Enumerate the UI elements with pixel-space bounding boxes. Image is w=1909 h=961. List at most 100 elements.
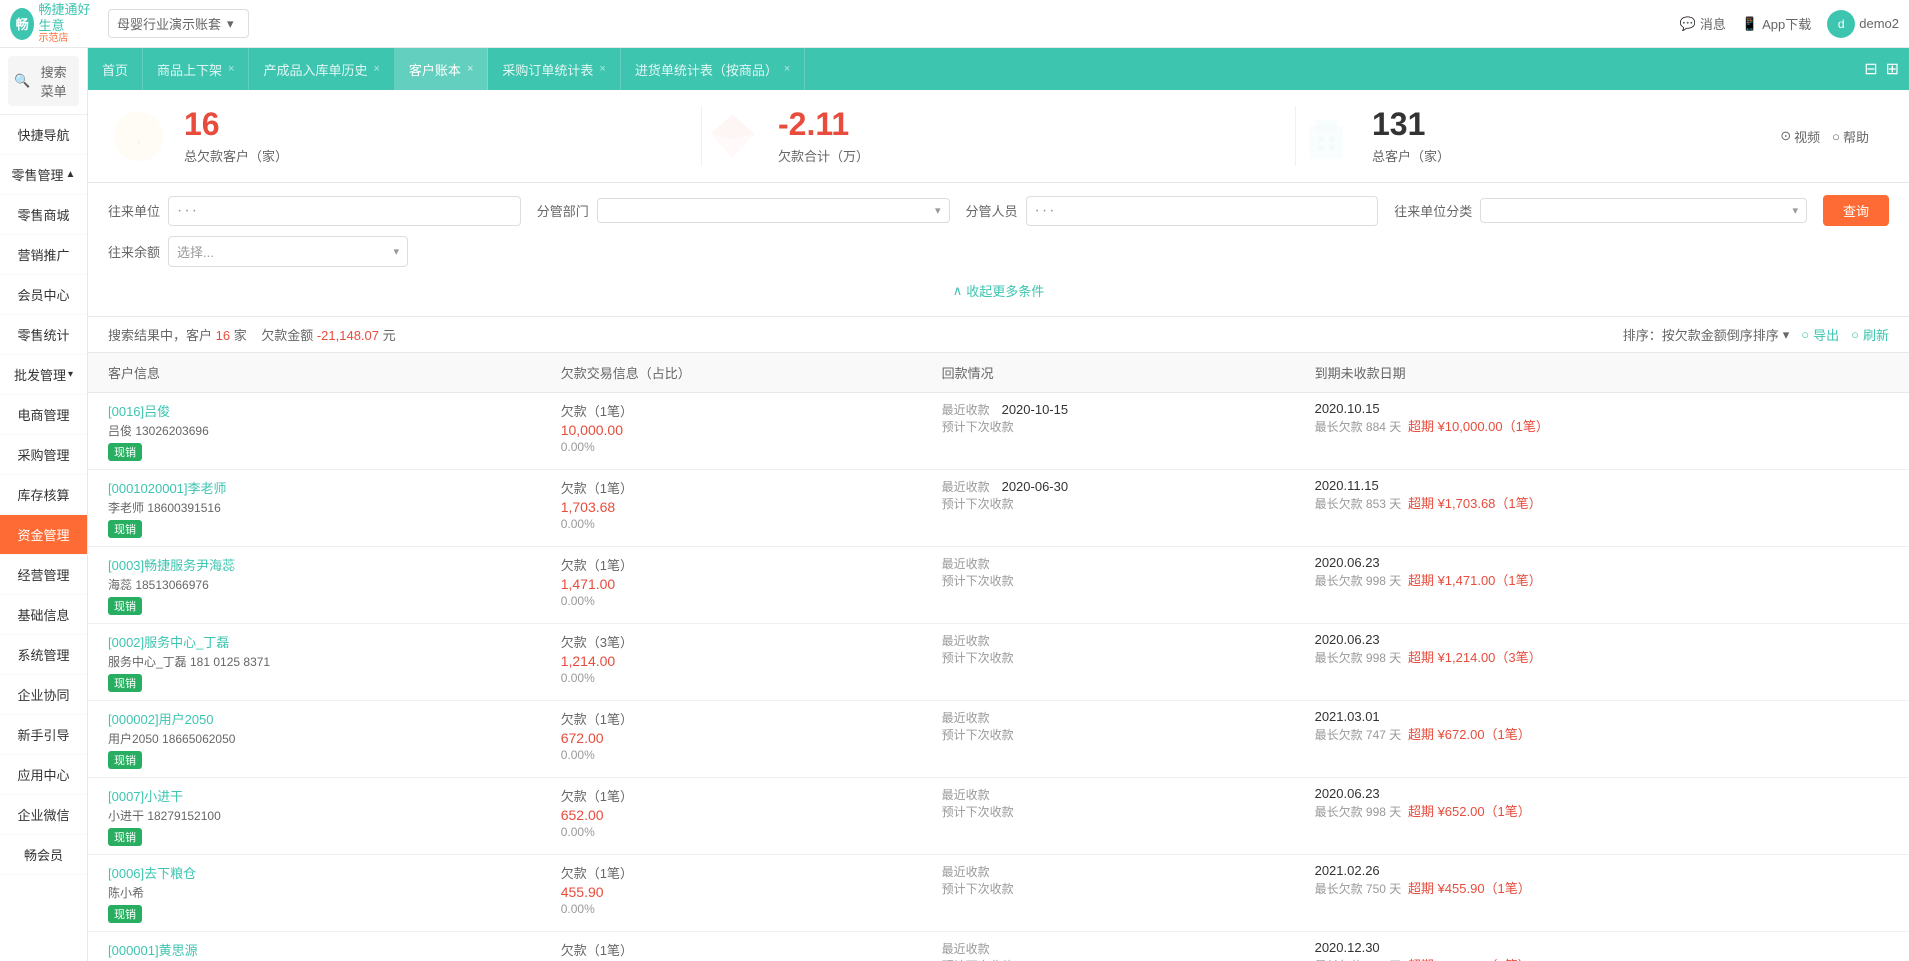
sidebar-item-app-center[interactable]: 应用中心	[0, 755, 87, 795]
collapse-button[interactable]: ∧ 收起更多条件	[108, 277, 1889, 304]
stat-icon-money: ¥	[108, 106, 168, 166]
tab-home[interactable]: 首页	[88, 48, 143, 90]
sidebar-item-wholesale-mgmt[interactable]: 批发管理 ▾	[0, 355, 87, 395]
export-button[interactable]: ○ 导出	[1801, 325, 1839, 344]
overdue-days-4: 最长欠款 747 天 超期 ¥672.00（1笔）	[1315, 724, 1889, 743]
tab-warehouse-history[interactable]: 产成品入库单历史 ×	[249, 48, 394, 90]
search-button[interactable]: 查询	[1823, 195, 1889, 226]
debt-amount-3[interactable]: 1,214.00	[561, 653, 902, 669]
table-row: [0003]畅捷服务尹海蕊 海蕊 18513066976 现销 欠款（1笔） 1…	[88, 547, 1909, 624]
cell-due-date-6: 2021.02.26 最长欠款 750 天 超期 ¥455.90（1笔）	[1295, 855, 1909, 932]
recovery-label-3: 最近收款	[942, 632, 990, 649]
sidebar-item-guide[interactable]: 新手引导	[0, 715, 87, 755]
cell-customer-2: [0003]畅捷服务尹海蕊 海蕊 18513066976 现销	[88, 547, 541, 624]
sidebar-item-marketing[interactable]: 营销推广	[0, 235, 87, 275]
sidebar-item-enterprise-wechat[interactable]: 企业微信	[0, 795, 87, 835]
customer-code-0[interactable]: [0016]吕俊	[108, 401, 521, 420]
tab-close-icon[interactable]: ×	[467, 63, 473, 75]
sidebar-item-member-center[interactable]: 会员中心	[0, 275, 87, 315]
expand-icon[interactable]: ⊞	[1886, 59, 1899, 79]
user-profile[interactable]: d demo2	[1827, 10, 1899, 38]
cell-due-date-1: 2020.11.15 最长欠款 853 天 超期 ¥1,703.68（1笔）	[1295, 470, 1909, 547]
debt-count-7: 欠款（1笔）	[561, 940, 902, 959]
sidebar-item-ecommerce[interactable]: 电商管理	[0, 395, 87, 435]
tab-purchase-product-stats[interactable]: 进货单统计表（按商品） ×	[621, 48, 805, 90]
sidebar-item-retail-mgmt[interactable]: 零售管理 ▲	[0, 155, 87, 195]
customer-code-3[interactable]: [0002]服务中心_丁磊	[108, 632, 521, 651]
customer-code-1[interactable]: [0001020001]李老师	[108, 478, 521, 497]
unit-category-select[interactable]: ▾	[1480, 198, 1807, 223]
recovery-label-5: 最近收款	[942, 786, 990, 803]
tab-customer-account[interactable]: 客户账本 ×	[395, 48, 488, 90]
overdue-amount-1[interactable]: 超期 ¥1,703.68（1笔）	[1408, 496, 1542, 511]
person-input[interactable]: ···	[1026, 196, 1379, 226]
search-menu-button[interactable]: 🔍 搜索菜单	[8, 56, 79, 106]
customer-code-6[interactable]: [0006]去下粮仓	[108, 863, 521, 882]
debt-count-2: 欠款（1笔）	[561, 555, 902, 574]
company-select[interactable]: 母婴行业演示账套 ▾	[108, 9, 249, 38]
filter-source-unit: 往来单位 ···	[108, 196, 521, 226]
debt-amount-2[interactable]: 1,471.00	[561, 576, 902, 592]
customer-code-7[interactable]: [000001]黄思源	[108, 940, 521, 959]
debt-amount-5[interactable]: 652.00	[561, 807, 902, 823]
overdue-amount-5[interactable]: 超期 ¥652.00（1笔）	[1408, 804, 1531, 819]
sidebar-item-retail-mall[interactable]: 零售商城	[0, 195, 87, 235]
overdue-amount-2[interactable]: 超期 ¥1,471.00（1笔）	[1408, 573, 1542, 588]
debt-amount-6[interactable]: 455.90	[561, 884, 902, 900]
sidebar-item-purchase[interactable]: 采购管理	[0, 435, 87, 475]
chevron-down-icon: ▾	[1792, 204, 1798, 217]
debt-amount-4[interactable]: 672.00	[561, 730, 902, 746]
stat-card-debt-customers: ¥ 16 总欠款客户（家）	[108, 106, 702, 166]
stat-label-debt-total: 欠款合计（万）	[778, 146, 869, 165]
sidebar-item-inventory[interactable]: 库存核算	[0, 475, 87, 515]
tab-product-listing[interactable]: 商品上下架 ×	[143, 48, 249, 90]
debt-count-0: 欠款（1笔）	[561, 401, 902, 420]
app-container: 畅 畅捷通好生意 示范店 母婴行业演示账套 ▾ 💬 消息 📱 App下载 d d…	[0, 0, 1909, 961]
debt-amount-1[interactable]: 1,703.68	[561, 499, 902, 515]
balance-select[interactable]: 选择... ▾	[168, 236, 408, 267]
sort-select[interactable]: 排序：按欠款金额倒序排序 ▾	[1623, 325, 1790, 344]
tab-close-icon[interactable]: ×	[599, 63, 605, 75]
customer-code-5[interactable]: [0007]小进干	[108, 786, 521, 805]
cell-recovery-7: 最近收款 预计下次收款	[922, 932, 1295, 961]
app-download-button[interactable]: 📱 App下载	[1742, 14, 1811, 33]
tab-close-icon[interactable]: ×	[373, 63, 379, 75]
collapse-icon[interactable]: ⊟	[1864, 59, 1877, 79]
source-unit-input[interactable]: ···	[168, 196, 521, 226]
stat-value-debt-customers: 16	[184, 107, 288, 142]
sidebar-item-finance[interactable]: 资金管理	[0, 515, 87, 555]
tab-purchase-stats[interactable]: 采购订单统计表 ×	[488, 48, 620, 90]
overdue-amount-0[interactable]: 超期 ¥10,000.00（1笔）	[1408, 419, 1549, 434]
tab-close-icon[interactable]: ×	[784, 63, 790, 75]
sidebar-item-system[interactable]: 系统管理	[0, 635, 87, 675]
customer-tag-4: 现销	[108, 751, 142, 769]
sidebar-item-quick-nav[interactable]: 快捷导航	[0, 115, 87, 155]
overdue-amount-3[interactable]: 超期 ¥1,214.00（3笔）	[1408, 650, 1542, 665]
debt-percent-5: 0.00%	[561, 825, 902, 839]
sidebar-item-operations[interactable]: 经营管理	[0, 555, 87, 595]
filter-unit-category: 往来单位分类 ▾	[1394, 198, 1807, 223]
help-button[interactable]: ○ 帮助	[1832, 127, 1869, 146]
refresh-button[interactable]: ○ 刷新	[1851, 325, 1889, 344]
sidebar-item-enterprise-collab[interactable]: 企业协同	[0, 675, 87, 715]
tab-close-icon[interactable]: ×	[228, 63, 234, 75]
stat-info-debt-total: -2.11 欠款合计（万）	[778, 107, 869, 165]
col-header-debt-info: 欠款交易信息（占比）	[541, 353, 922, 393]
cell-recovery-2: 最近收款 预计下次收款	[922, 547, 1295, 624]
debt-count-6: 欠款（1笔）	[561, 863, 902, 882]
message-button[interactable]: 💬 消息	[1680, 14, 1726, 33]
overdue-amount-4[interactable]: 超期 ¥672.00（1笔）	[1408, 727, 1531, 742]
stat-info-total-customers: 131 总客户（家）	[1372, 107, 1450, 165]
cell-customer-4: [000002]用户2050 用户2050 18665062050 现销	[88, 701, 541, 778]
sidebar-item-basic-info[interactable]: 基础信息	[0, 595, 87, 635]
overdue-date-0: 2020.10.15	[1315, 401, 1889, 416]
customer-code-4[interactable]: [000002]用户2050	[108, 709, 521, 728]
dept-select[interactable]: ▾	[597, 198, 950, 223]
cell-due-date-3: 2020.06.23 最长欠款 998 天 超期 ¥1,214.00（3笔）	[1295, 624, 1909, 701]
customer-code-2[interactable]: [0003]畅捷服务尹海蕊	[108, 555, 521, 574]
sidebar-item-retail-stats[interactable]: 零售统计	[0, 315, 87, 355]
video-button[interactable]: ⊙ 视频	[1780, 127, 1820, 146]
debt-amount-0[interactable]: 10,000.00	[561, 422, 902, 438]
overdue-amount-6[interactable]: 超期 ¥455.90（1笔）	[1408, 881, 1531, 896]
sidebar-item-member[interactable]: 畅会员	[0, 835, 87, 875]
